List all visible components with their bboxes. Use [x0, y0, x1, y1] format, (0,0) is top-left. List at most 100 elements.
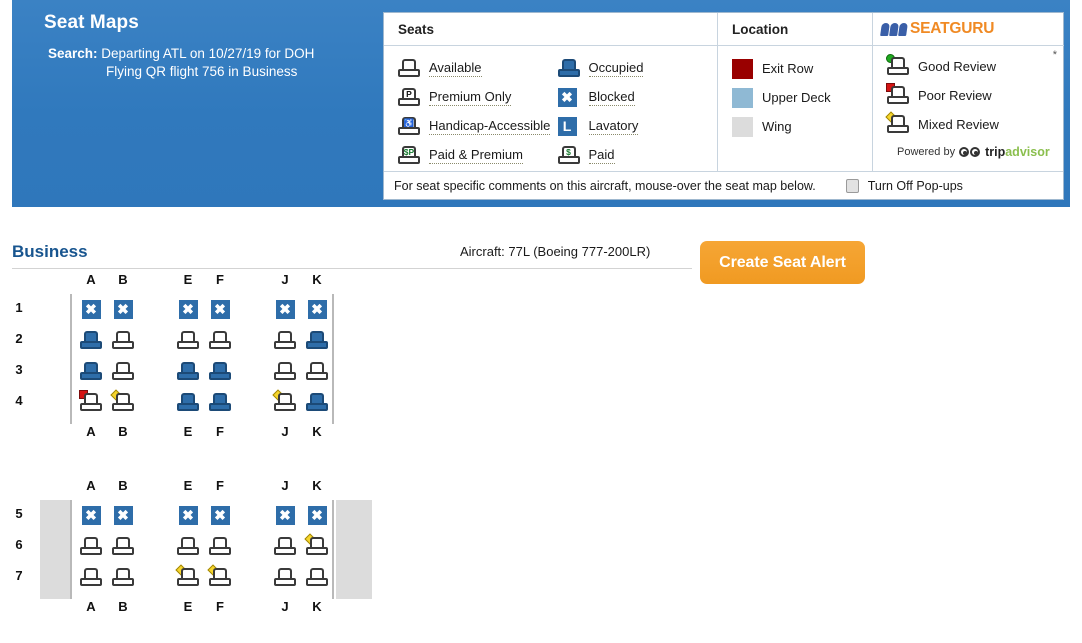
seat-occupied[interactable]: [177, 393, 199, 412]
seat-available[interactable]: [112, 537, 134, 556]
seat-available[interactable]: [306, 568, 328, 587]
legend-item-lavatory[interactable]: L Lavatory: [558, 112, 718, 141]
seat-occupied[interactable]: [209, 362, 231, 381]
seat-1K[interactable]: ✖: [304, 298, 330, 320]
seat-available[interactable]: [274, 568, 296, 587]
seat-blocked[interactable]: ✖: [82, 506, 101, 525]
seat-2F[interactable]: [207, 329, 233, 351]
seat-1B[interactable]: ✖: [110, 298, 136, 320]
seat-4B[interactable]: [110, 391, 136, 413]
seat-available[interactable]: [80, 537, 102, 556]
seat-blocked[interactable]: ✖: [308, 300, 327, 319]
seat-available[interactable]: [274, 362, 296, 381]
seat-occupied[interactable]: [306, 393, 328, 412]
seat-available-poor-review[interactable]: [80, 393, 102, 412]
seat-6B[interactable]: [110, 535, 136, 557]
seat-available[interactable]: [274, 331, 296, 350]
seat-5A[interactable]: ✖: [78, 504, 104, 526]
seat-7F[interactable]: [207, 566, 233, 588]
turn-off-popups-label[interactable]: Turn Off Pop-ups: [868, 179, 963, 193]
seat-available[interactable]: [274, 537, 296, 556]
seat-7J[interactable]: [272, 566, 298, 588]
seat-available[interactable]: [112, 331, 134, 350]
seat-3B[interactable]: [110, 360, 136, 382]
seat-available[interactable]: [306, 362, 328, 381]
legend-item-handicap-accessible[interactable]: ♿ Handicap-Accessible: [398, 112, 558, 141]
seat-6J[interactable]: [272, 535, 298, 557]
seat-4F[interactable]: [207, 391, 233, 413]
seat-occupied[interactable]: [80, 362, 102, 381]
seat-3K[interactable]: [304, 360, 330, 382]
powered-by-tripadvisor[interactable]: Powered by tripadvisor: [887, 145, 1064, 159]
seat-blocked[interactable]: ✖: [211, 300, 230, 319]
seat-available-mixed-review[interactable]: [177, 568, 199, 587]
seat-5E[interactable]: ✖: [175, 504, 201, 526]
seat-available[interactable]: [177, 537, 199, 556]
seat-available-mixed-review[interactable]: [112, 393, 134, 412]
seat-blocked[interactable]: ✖: [276, 506, 295, 525]
seat-5F[interactable]: ✖: [207, 504, 233, 526]
seat-available[interactable]: [112, 568, 134, 587]
seatguru-logo[interactable]: SEATGURU: [873, 13, 1064, 46]
seat-4E[interactable]: [175, 391, 201, 413]
seat-6E[interactable]: [175, 535, 201, 557]
seat-3F[interactable]: [207, 360, 233, 382]
seat-4K[interactable]: [304, 391, 330, 413]
row-number-6: 6: [8, 537, 30, 552]
seat-blocked[interactable]: ✖: [114, 300, 133, 319]
seat-blocked[interactable]: ✖: [276, 300, 295, 319]
seat-2K[interactable]: [304, 329, 330, 351]
seat-1J[interactable]: ✖: [272, 298, 298, 320]
seat-available[interactable]: [209, 537, 231, 556]
legend-item-paid[interactable]: $ Paid: [558, 141, 718, 170]
seat-4A[interactable]: [78, 391, 104, 413]
seat-3A[interactable]: [78, 360, 104, 382]
seat-4J[interactable]: [272, 391, 298, 413]
legend-item-paid-and-premium[interactable]: $P Paid & Premium: [398, 141, 558, 170]
seat-1A[interactable]: ✖: [78, 298, 104, 320]
seat-occupied[interactable]: [306, 331, 328, 350]
seat-blocked[interactable]: ✖: [179, 506, 198, 525]
seat-blocked[interactable]: ✖: [308, 506, 327, 525]
seat-6K[interactable]: [304, 535, 330, 557]
seat-available[interactable]: [177, 331, 199, 350]
legend-item-blocked[interactable]: ✖ Blocked: [558, 83, 718, 112]
seat-blocked[interactable]: ✖: [211, 506, 230, 525]
seat-7A[interactable]: [78, 566, 104, 588]
seat-2A[interactable]: [78, 329, 104, 351]
seat-available[interactable]: [80, 568, 102, 587]
create-seat-alert-button[interactable]: Create Seat Alert: [700, 241, 865, 284]
column-letter-f: F: [207, 424, 233, 439]
turn-off-popups-checkbox[interactable]: [846, 179, 859, 193]
legend-item-available[interactable]: Available: [398, 54, 558, 83]
seat-7B[interactable]: [110, 566, 136, 588]
seat-occupied[interactable]: [177, 362, 199, 381]
legend-item-premium-only[interactable]: P Premium Only: [398, 83, 558, 112]
seat-5K[interactable]: ✖: [304, 504, 330, 526]
seat-6F[interactable]: [207, 535, 233, 557]
seat-available-mixed-review[interactable]: [306, 537, 328, 556]
seat-blocked[interactable]: ✖: [114, 506, 133, 525]
seat-7E[interactable]: [175, 566, 201, 588]
seat-blocked[interactable]: ✖: [82, 300, 101, 319]
seat-7K[interactable]: [304, 566, 330, 588]
seat-2B[interactable]: [110, 329, 136, 351]
seat-occupied[interactable]: [209, 393, 231, 412]
seat-5B[interactable]: ✖: [110, 504, 136, 526]
seat-3J[interactable]: [272, 360, 298, 382]
seat-5J[interactable]: ✖: [272, 504, 298, 526]
seat-available[interactable]: [209, 331, 231, 350]
seat-1F[interactable]: ✖: [207, 298, 233, 320]
seat-available-mixed-review[interactable]: [274, 393, 296, 412]
seat-available-mixed-review[interactable]: [209, 568, 231, 587]
legend-item-occupied[interactable]: Occupied: [558, 54, 718, 83]
column-letter-e: E: [175, 478, 201, 493]
seat-6A[interactable]: [78, 535, 104, 557]
seat-2E[interactable]: [175, 329, 201, 351]
seat-blocked[interactable]: ✖: [179, 300, 198, 319]
seat-occupied[interactable]: [80, 331, 102, 350]
seat-available[interactable]: [112, 362, 134, 381]
seat-1E[interactable]: ✖: [175, 298, 201, 320]
seat-3E[interactable]: [175, 360, 201, 382]
seat-2J[interactable]: [272, 329, 298, 351]
